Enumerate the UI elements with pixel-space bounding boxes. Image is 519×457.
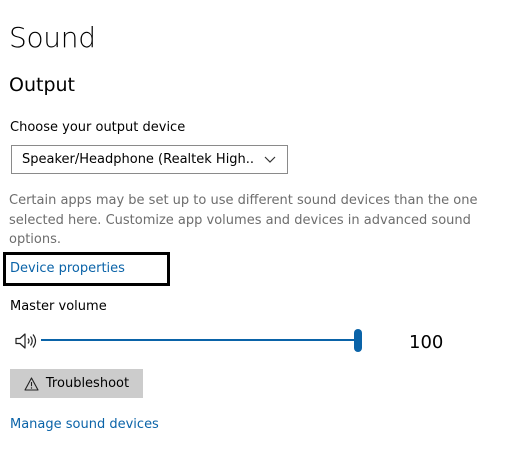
volume-slider-fill [41, 339, 354, 341]
volume-slider-thumb[interactable] [354, 329, 362, 352]
master-volume-label: Master volume [10, 299, 107, 314]
master-volume-row: 100 [14, 324, 444, 358]
output-device-dropdown[interactable]: Speaker/Headphone (Realtek High... [11, 145, 288, 174]
manage-sound-devices-link[interactable]: Manage sound devices [10, 416, 159, 434]
troubleshoot-label: Troubleshoot [45, 376, 130, 391]
page-title: Sound [9, 21, 96, 54]
chevron-down-icon [253, 156, 287, 164]
troubleshoot-button[interactable]: Troubleshoot [10, 369, 143, 398]
highlight-box [3, 252, 170, 286]
output-info-text: Certain apps may be set up to use differ… [9, 193, 478, 247]
output-device-label: Choose your output device [10, 120, 186, 135]
speaker-icon[interactable] [14, 332, 38, 350]
warning-icon [24, 376, 39, 391]
output-heading: Output [9, 74, 75, 96]
volume-value: 100 [409, 332, 444, 353]
output-device-selected: Speaker/Headphone (Realtek High... [22, 152, 253, 167]
